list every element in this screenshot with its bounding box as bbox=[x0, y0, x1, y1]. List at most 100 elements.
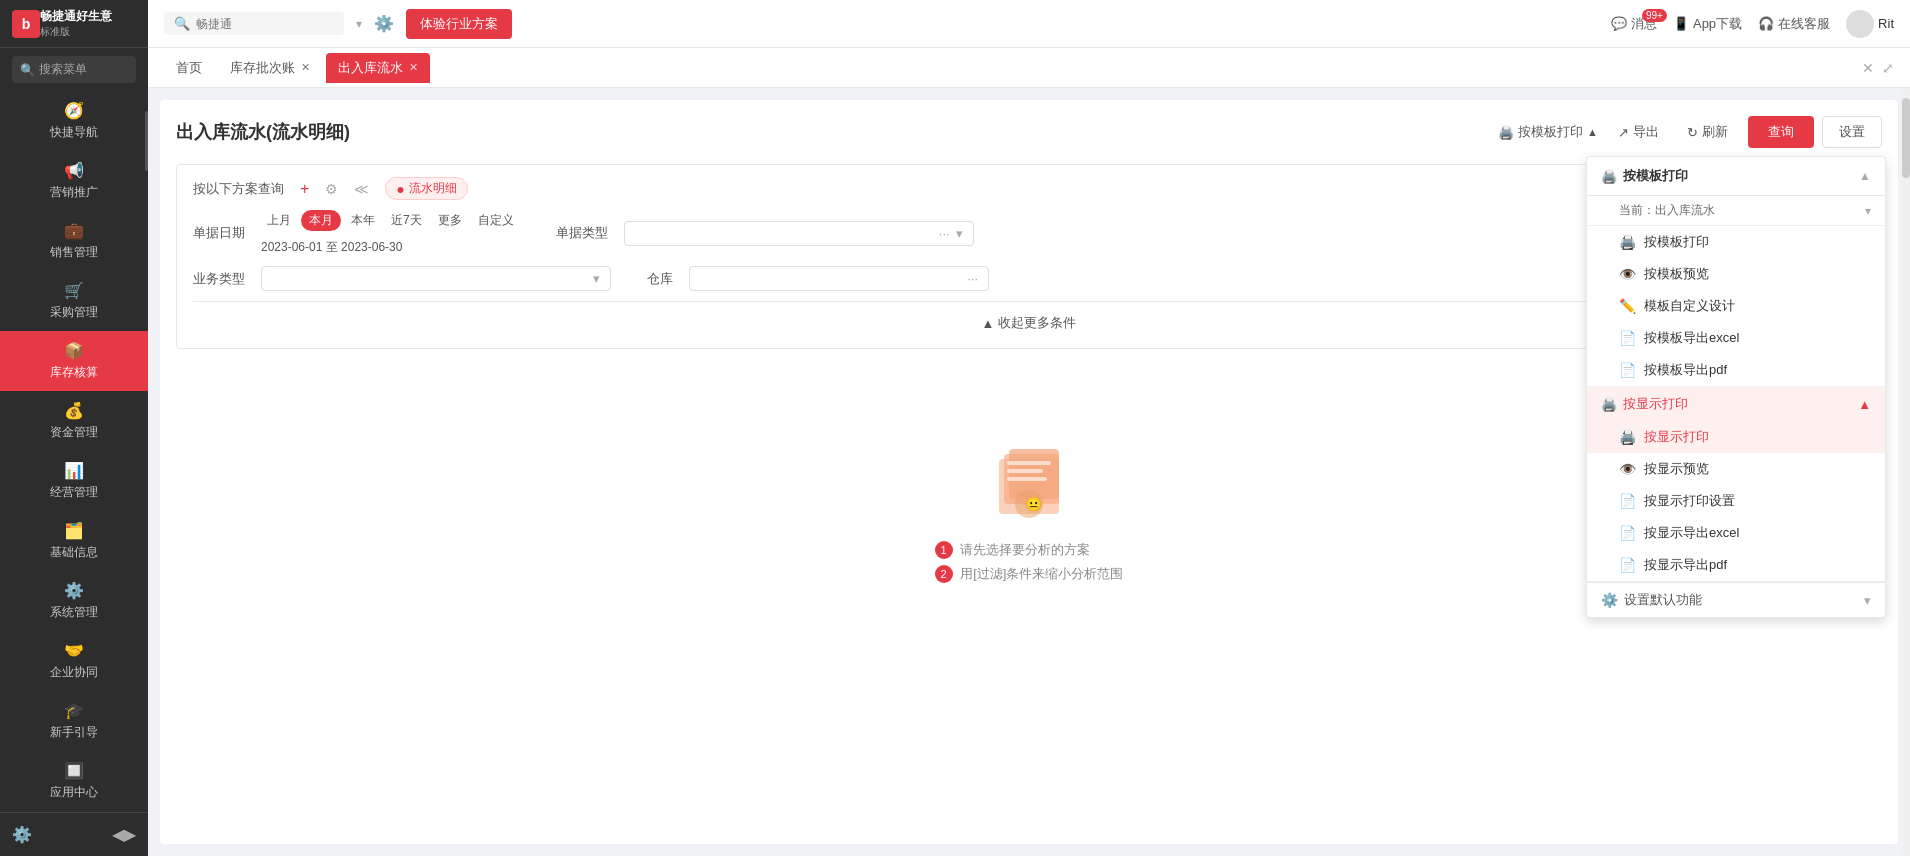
date-options-group: 上月 本月 本年 近7天 更多 自定义 2023-06-01 至 2023-06… bbox=[261, 210, 520, 256]
sidebar-item-inventory[interactable]: 📦 库存核算 bbox=[0, 331, 148, 391]
sidebar-item-sales[interactable]: 💼 销售管理 bbox=[0, 211, 148, 271]
scrollbar-thumb[interactable] bbox=[1902, 98, 1910, 178]
dropdown-display-export-excel[interactable]: 📄 按显示导出excel bbox=[1587, 517, 1885, 549]
date-tab-custom[interactable]: 自定义 bbox=[472, 210, 520, 231]
message-btn[interactable]: 💬 消息 99+ bbox=[1611, 15, 1657, 33]
topbar-chevron-icon[interactable]: ▾ bbox=[356, 17, 362, 31]
page-inner: 出入库流水(流水明细) 🖨️ 按模板打印 ▲ ↗ 导出 ↻ 刷新 bbox=[160, 100, 1898, 844]
search-icon: 🔍 bbox=[20, 63, 35, 77]
dropdown-display-print[interactable]: 🖨️ 按显示打印 bbox=[1587, 421, 1885, 453]
display-export-pdf-icon: 📄 bbox=[1619, 557, 1636, 573]
toggle-sidebar-icon[interactable]: ◀▶ bbox=[112, 825, 136, 844]
sidebar-item-purchase[interactable]: 🛒 采购管理 bbox=[0, 271, 148, 331]
sidebar-item-quick-nav[interactable]: 🧭 快捷导航 bbox=[0, 91, 148, 151]
date-tab-this-month[interactable]: 本月 bbox=[301, 210, 341, 231]
template-preview-icon: 👁️ bbox=[1619, 266, 1636, 282]
app-download-btn[interactable]: 📱 App下载 bbox=[1673, 15, 1742, 33]
voucher-type-select[interactable]: ··· ▾ bbox=[624, 221, 974, 246]
date-tab-this-year[interactable]: 本年 bbox=[345, 210, 381, 231]
template-print-btn[interactable]: 🖨️ 按模板打印 ▲ bbox=[1498, 123, 1598, 141]
dropdown-collapse-icon[interactable]: ▲ bbox=[1859, 169, 1871, 183]
sidebar-item-label: 基础信息 bbox=[50, 544, 98, 561]
footer-chevron-icon: ▾ bbox=[1864, 593, 1871, 608]
filter-gear-icon[interactable]: ⚙ bbox=[325, 181, 338, 197]
export-label: 导出 bbox=[1633, 123, 1659, 141]
tab-batch-close-icon[interactable]: ✕ bbox=[301, 61, 310, 74]
sidebar-item-label: 经营管理 bbox=[50, 484, 98, 501]
search-menu-button[interactable]: 🔍 搜索菜单 bbox=[12, 56, 136, 83]
page-title: 出入库流水(流水明细) bbox=[176, 120, 350, 144]
tip-num-2: 2 bbox=[935, 565, 953, 583]
search-menu-label: 搜索菜单 bbox=[39, 61, 87, 78]
sidebar-item-operations[interactable]: 📊 经营管理 bbox=[0, 451, 148, 511]
sidebar-item-finance[interactable]: 💰 资金管理 bbox=[0, 391, 148, 451]
sidebar-item-wechat[interactable]: 💬 企业微信 bbox=[0, 811, 148, 812]
business-type-chevron: ▾ bbox=[593, 271, 600, 286]
set-button[interactable]: 设置 bbox=[1822, 116, 1882, 148]
filter-chip[interactable]: ● 流水明细 bbox=[385, 177, 467, 200]
sidebar-item-guide[interactable]: 🎓 新手引导 bbox=[0, 691, 148, 751]
export-icon: ↗ bbox=[1618, 125, 1629, 140]
voucher-type-chevron: ▾ bbox=[956, 226, 963, 241]
sidebar-item-marketing[interactable]: 📢 营销推广 bbox=[0, 151, 148, 211]
voucher-type-label: 单据类型 bbox=[556, 224, 608, 242]
template-print-icon: 🖨️ bbox=[1619, 234, 1636, 250]
sidebar-item-basic[interactable]: 🗂️ 基础信息 bbox=[0, 511, 148, 571]
collapse-btn[interactable]: ▲ 收起更多条件 bbox=[974, 310, 1085, 336]
tab-flow[interactable]: 出入库流水 ✕ bbox=[326, 53, 430, 83]
tab-batch[interactable]: 库存批次账 ✕ bbox=[218, 53, 322, 83]
date-label: 单据日期 bbox=[193, 224, 245, 242]
sidebar-menu: 🧭 快捷导航 📢 营销推广 💼 销售管理 🛒 采购管理 📦 库存核算 💰 资金管… bbox=[0, 91, 148, 812]
settings-icon[interactable]: ⚙️ bbox=[12, 825, 32, 844]
settings-default-icon: ⚙️ bbox=[1601, 592, 1618, 608]
online-service-label: 在线客服 bbox=[1778, 15, 1830, 33]
warehouse-select[interactable]: ··· bbox=[689, 266, 989, 291]
dropdown-footer-item[interactable]: ⚙️ 设置默认功能 ▾ bbox=[1587, 582, 1885, 617]
user-profile[interactable]: Rit bbox=[1846, 10, 1894, 38]
template-preview-label: 按模板预览 bbox=[1644, 265, 1709, 283]
tabbar: 首页 库存批次账 ✕ 出入库流水 ✕ ✕ ⤢ bbox=[148, 48, 1910, 88]
dropdown-display-print-settings[interactable]: 📄 按显示打印设置 bbox=[1587, 485, 1885, 517]
sidebar-item-appstore[interactable]: 🔲 应用中心 bbox=[0, 751, 148, 811]
svg-rect-3 bbox=[1007, 461, 1051, 465]
date-tab-7days[interactable]: 近7天 bbox=[385, 210, 428, 231]
close-window-icon[interactable]: ✕ bbox=[1862, 60, 1874, 76]
topbar-search-input[interactable] bbox=[196, 17, 296, 31]
svg-text:😐: 😐 bbox=[1025, 496, 1043, 513]
maximize-icon[interactable]: ⤢ bbox=[1882, 60, 1894, 76]
dropdown-display-export-pdf[interactable]: 📄 按显示导出pdf bbox=[1587, 549, 1885, 581]
tab-flow-close-icon[interactable]: ✕ bbox=[409, 61, 418, 74]
business-type-select[interactable]: ▾ bbox=[261, 266, 611, 291]
refresh-btn[interactable]: ↻ 刷新 bbox=[1679, 119, 1736, 145]
dropdown-template-export-excel[interactable]: 📄 按模板导出excel bbox=[1587, 322, 1885, 354]
dropdown-display-section-header[interactable]: 🖨️ 按显示打印 ▲ bbox=[1587, 387, 1885, 421]
sidebar-item-collab[interactable]: 🤝 企业协同 bbox=[0, 631, 148, 691]
dropdown-template-preview[interactable]: 👁️ 按模板预览 bbox=[1587, 258, 1885, 290]
scrollbar-track[interactable] bbox=[1902, 88, 1910, 856]
sidebar-item-label: 应用中心 bbox=[50, 784, 98, 801]
tab-home[interactable]: 首页 bbox=[164, 53, 214, 83]
topbar-gear-icon[interactable]: ⚙️ bbox=[374, 14, 394, 33]
sidebar-item-label: 快捷导航 bbox=[50, 124, 98, 141]
dropdown-template-print[interactable]: 🖨️ 按模板打印 bbox=[1587, 226, 1885, 258]
filter-add-icon[interactable]: + bbox=[300, 180, 309, 198]
industry-btn[interactable]: 体验行业方案 bbox=[406, 9, 512, 39]
export-btn[interactable]: ↗ 导出 bbox=[1610, 119, 1667, 145]
online-service-btn[interactable]: 🎧 在线客服 bbox=[1758, 15, 1830, 33]
svg-rect-4 bbox=[1007, 469, 1043, 473]
dropdown-template-export-pdf[interactable]: 📄 按模板导出pdf bbox=[1587, 354, 1885, 386]
filter-scheme-label: 按以下方案查询 bbox=[193, 180, 284, 198]
date-tab-prev-month[interactable]: 上月 bbox=[261, 210, 297, 231]
export-excel-label: 按模板导出excel bbox=[1644, 329, 1739, 347]
sidebar-search-area: 🔍 搜索菜单 bbox=[0, 48, 148, 91]
filter-collapse-icon[interactable]: ≪ bbox=[354, 181, 369, 197]
sidebar-item-system[interactable]: ⚙️ 系统管理 bbox=[0, 571, 148, 631]
date-tab-more[interactable]: 更多 bbox=[432, 210, 468, 231]
dropdown-title: 🖨️ 按模板打印 bbox=[1601, 167, 1688, 185]
query-button[interactable]: 查询 bbox=[1748, 116, 1814, 148]
print-icon-header: 🖨️ bbox=[1601, 169, 1617, 184]
dropdown-template-custom[interactable]: ✏️ 模板自定义设计 bbox=[1587, 290, 1885, 322]
dropdown-display-preview[interactable]: 👁️ 按显示预览 bbox=[1587, 453, 1885, 485]
chevron-up-icon: ▲ bbox=[982, 316, 995, 331]
dropdown-current-item[interactable]: 当前：出入库流水 ▾ bbox=[1587, 196, 1885, 225]
